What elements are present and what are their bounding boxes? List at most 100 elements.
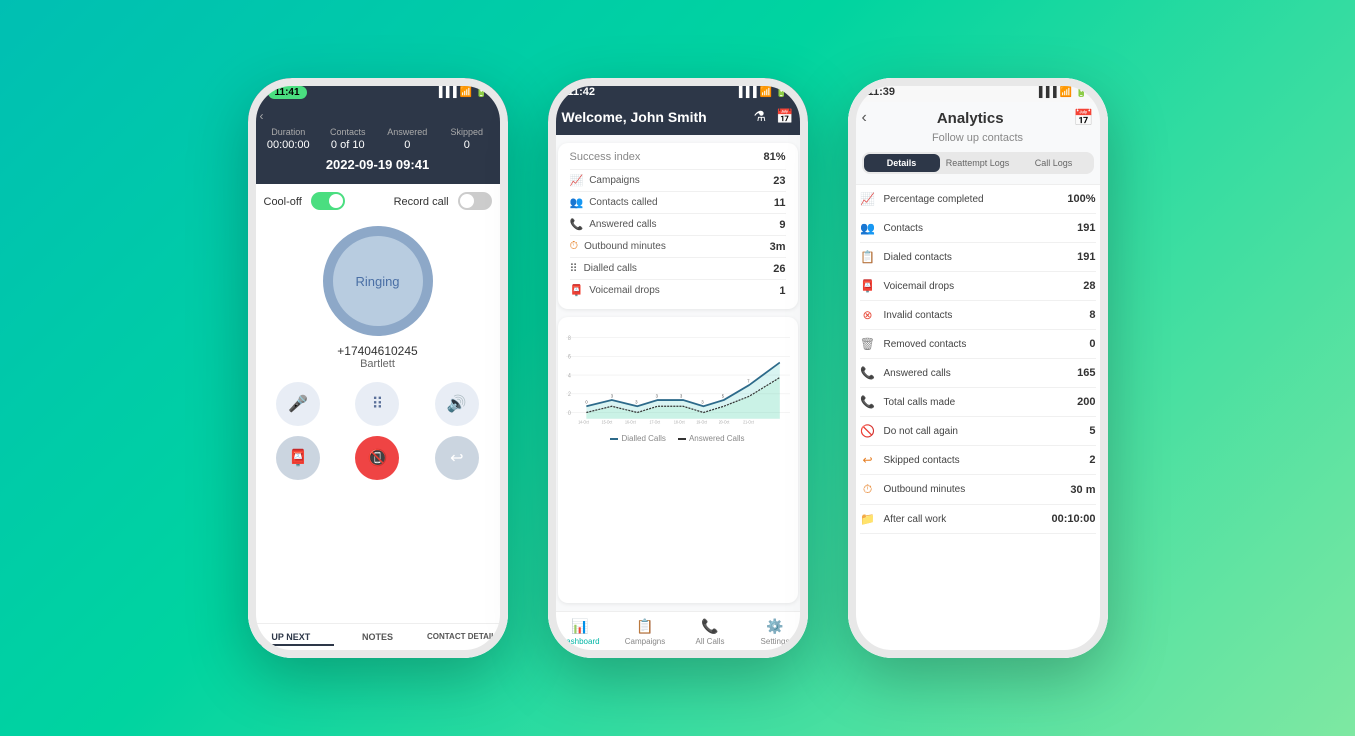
nav-contact-details[interactable]: CONTACT DETAILS <box>421 632 508 646</box>
dashboard-label: Dashboard <box>560 637 599 646</box>
calendar3-icon[interactable]: 📅 <box>1074 108 1094 128</box>
settings-label: Settings <box>761 637 790 646</box>
contacts-called-value: 11 <box>774 197 786 209</box>
speaker-button[interactable]: 🔊 <box>435 382 479 426</box>
svg-text:2: 2 <box>568 392 571 399</box>
after-call-label: After call work <box>884 514 947 525</box>
wifi3-icon: 📶 <box>1060 87 1072 98</box>
removed-contacts-label: Removed contacts <box>884 339 967 350</box>
stat-voicemail-drops: 📮Voicemail drops 1 <box>570 279 786 301</box>
stat-answered-calls: 📞Answered calls 9 <box>570 213 786 235</box>
percentage-icon: 📈 <box>860 192 876 206</box>
answered-col: Answered 0 <box>379 127 437 151</box>
row-total-calls: 📞 Total calls made 200 <box>860 388 1096 417</box>
filter-icon[interactable]: ⚗ <box>754 108 767 125</box>
after-call-value: 00:10:00 <box>1051 513 1095 525</box>
row-contacts: 👥 Contacts 191 <box>860 214 1096 243</box>
success-index-label: Success index <box>570 151 641 163</box>
caller-number: +17404610245 <box>264 344 492 358</box>
row-do-not-call: 🚫 Do not call again 5 <box>860 417 1096 446</box>
ringing-indicator: Ringing <box>323 226 433 336</box>
removed-contacts-value: 0 <box>1089 338 1095 350</box>
mute-button[interactable]: 🎤 <box>276 382 320 426</box>
answered3-value: 165 <box>1077 367 1095 379</box>
phone3-header: ‹ Analytics 📅 Follow up contacts Details… <box>848 102 1108 185</box>
svg-text:15-Oct: 15-Oct <box>601 419 612 424</box>
tabs-row: Details Reattempt Logs Call Logs <box>862 152 1094 174</box>
all-calls-icon: 📞 <box>678 618 743 635</box>
keypad-button[interactable]: ⠿ <box>355 382 399 426</box>
skipped-label: Skipped contacts <box>884 455 960 466</box>
percentage-value: 100% <box>1067 193 1095 205</box>
toggle-row: Cool-off Record call <box>264 192 492 210</box>
phone2-bottom-nav: 📊 Dashboard 📋 Campaigns 📞 All Calls ⚙️ S… <box>548 611 808 658</box>
phone2-header-icons: ⚗ 📅 <box>754 108 794 125</box>
invalid-contacts-value: 8 <box>1089 309 1095 321</box>
record-call-toggle: Record call <box>394 192 492 210</box>
dashboard-icon: 📊 <box>548 618 613 635</box>
phone2-body: Success index 81% 📈Campaigns 23 👥Contact… <box>548 135 808 611</box>
svg-text:14-Oct: 14-Oct <box>578 419 589 424</box>
nav-dashboard[interactable]: 📊 Dashboard <box>548 618 613 646</box>
cool-off-toggle: Cool-off <box>264 192 345 210</box>
phone-1: 11:41 ▐▐▐ 📶 🔋 ‹ Duration 00:00:00 Contac… <box>248 78 508 658</box>
outbound-minutes-label: Outbound minutes <box>584 241 666 252</box>
dialed-contacts-icon: 📋 <box>860 250 876 264</box>
nav-notes[interactable]: NOTES <box>334 632 421 646</box>
battery2-icon: 🔋 <box>775 87 787 98</box>
tab-details[interactable]: Details <box>864 154 940 172</box>
phone1-nav: ‹ <box>260 109 496 123</box>
dialled-calls-value: 26 <box>773 263 785 275</box>
phone1-body: Cool-off Record call Ringing +1740461024… <box>248 184 508 623</box>
phone1-cols: Duration 00:00:00 Contacts 0 of 10 Answe… <box>260 127 496 151</box>
status-time-1: 11:41 <box>268 86 307 99</box>
svg-text:18-Oct: 18-Oct <box>673 419 684 424</box>
status-time-2: 11:42 <box>568 86 596 98</box>
phone-3: 11:39 ▐▐▐ 📶 🔋 ‹ Analytics 📅 Follow up co… <box>848 78 1108 658</box>
stats-card: Success index 81% 📈Campaigns 23 👥Contact… <box>558 143 798 309</box>
voicemail-button[interactable]: 📮 <box>276 436 320 480</box>
outbound3-icon: ⏱ <box>860 482 876 497</box>
hangup-button[interactable]: 📵 <box>355 436 399 480</box>
voicemail3-value: 28 <box>1083 280 1095 292</box>
calendar-icon[interactable]: 📅 <box>776 108 793 125</box>
outbound-minutes-icon: ⏱ <box>570 240 579 253</box>
voicemail3-label: Voicemail drops <box>884 281 955 292</box>
row-voicemail-drops: 📮 Voicemail drops 28 <box>860 272 1096 301</box>
contacts-value: 191 <box>1077 222 1095 234</box>
wifi2-icon: 📶 <box>760 87 772 98</box>
phone1-bottom-nav: UP NEXT NOTES CONTACT DETAILS <box>248 623 508 658</box>
tab-call-logs[interactable]: Call Logs <box>1016 154 1092 172</box>
dialled-calls-label: Dialled calls <box>584 263 637 274</box>
outbound3-value: 30 m <box>1070 484 1095 496</box>
row-invalid-contacts: ⊗ Invalid contacts 8 <box>860 301 1096 330</box>
skipped-icon: ↩ <box>860 453 876 467</box>
phone2-title-row: Welcome, John Smith ⚗ 📅 <box>562 108 794 125</box>
svg-text:17-Oct: 17-Oct <box>649 419 660 424</box>
campaigns-icon: 📈 <box>570 174 584 187</box>
duration-col: Duration 00:00:00 <box>260 127 318 151</box>
stats-header: Success index 81% <box>570 151 786 163</box>
stat-dialled-calls: ⠿ Dialled calls 26 <box>570 257 786 279</box>
row-after-call-work: 📁 After call work 00:10:00 <box>860 505 1096 534</box>
dialed-contacts-value: 191 <box>1077 251 1095 263</box>
svg-text:3: 3 <box>610 393 613 398</box>
svg-text:6: 6 <box>568 354 571 361</box>
nav-settings[interactable]: ⚙️ Settings <box>743 618 808 646</box>
contacts-icon: 👥 <box>860 221 876 235</box>
nav-up-next[interactable]: UP NEXT <box>248 632 335 646</box>
status-bar-1: 11:41 ▐▐▐ 📶 🔋 <box>248 78 508 103</box>
wifi-icon: 📶 <box>460 87 472 98</box>
cool-off-switch[interactable] <box>311 192 345 210</box>
dialled-calls-icon: ⠿ <box>570 262 578 275</box>
tab-reattempt-logs[interactable]: Reattempt Logs <box>940 154 1016 172</box>
back-arrow[interactable]: ‹ <box>260 109 264 123</box>
nav-all-calls[interactable]: 📞 All Calls <box>678 618 743 646</box>
campaigns-nav-label: Campaigns <box>625 637 665 646</box>
transfer-button[interactable]: ↩ <box>435 436 479 480</box>
record-call-switch[interactable] <box>458 192 492 210</box>
dial-grid: 🎤 ⠿ 🔊 📮 📵 ↩ <box>264 382 492 480</box>
nav-campaigns[interactable]: 📋 Campaigns <box>613 618 678 646</box>
success-index-value: 81% <box>763 151 785 163</box>
do-not-call-value: 5 <box>1089 425 1095 437</box>
